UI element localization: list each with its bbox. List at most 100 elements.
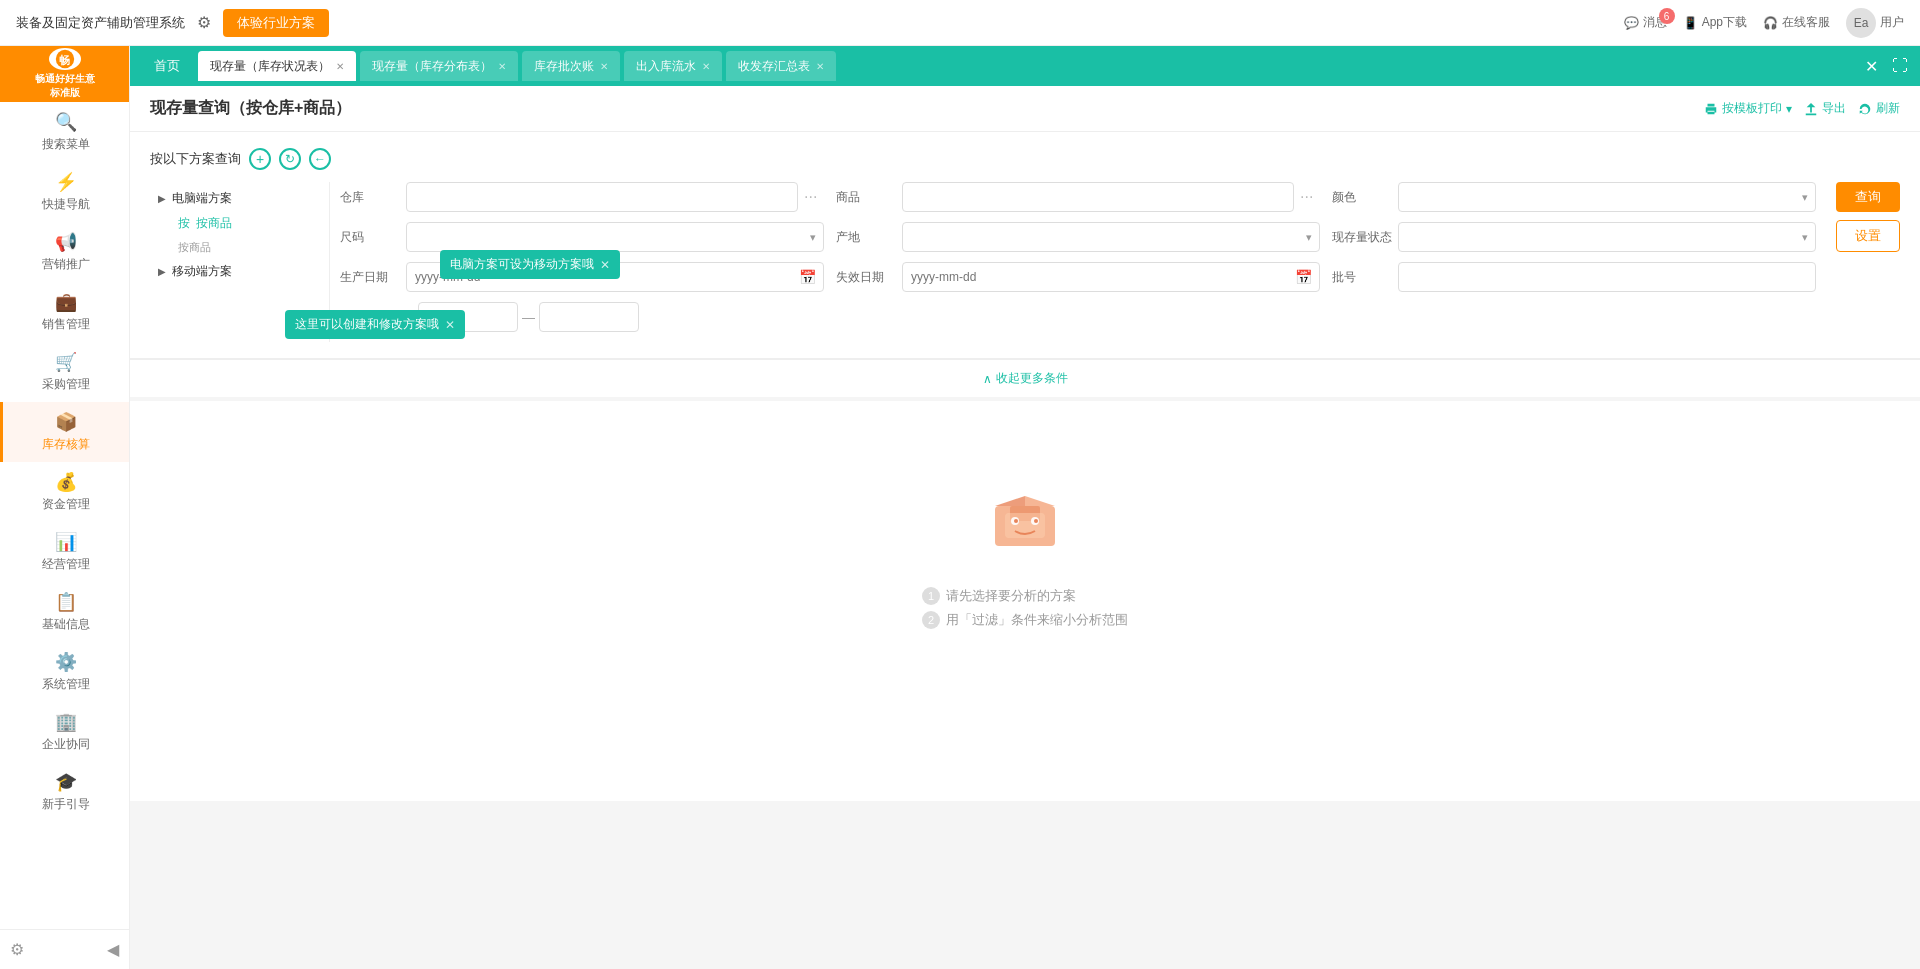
tab-inout-flow[interactable]: 出入库流水 ✕ — [624, 51, 722, 81]
scheme-pc-sub-item[interactable]: 按 按商品 — [150, 211, 319, 236]
empty-illustration — [975, 461, 1075, 561]
tab-close-all-icon[interactable]: ✕ — [1861, 53, 1882, 80]
warehouse-input[interactable] — [406, 182, 798, 212]
collapse-bar[interactable]: ∧ 收起更多条件 — [130, 359, 1920, 397]
message-icon: 💬 — [1624, 16, 1639, 30]
tip-num-1: 1 — [922, 587, 940, 605]
color-select[interactable] — [1398, 182, 1816, 212]
sidebar-item-purchase[interactable]: 🛒 采购管理 — [0, 342, 129, 402]
tab-inventory-status[interactable]: 现存量（库存状况表） ✕ — [198, 51, 356, 81]
filter-arrow-button[interactable]: ← — [309, 148, 331, 170]
tooltip-pc-plan: 电脑方案可设为移动方案哦 ✕ — [440, 250, 620, 279]
size-select[interactable] — [406, 222, 824, 252]
filter-scheme-panel: 这里可以创建和修改方案哦 ✕ ▶ 电脑端方案 按 — [150, 182, 330, 342]
messages-button[interactable]: 💬 消息 6 — [1624, 14, 1667, 31]
expire-date-calendar-icon[interactable]: 📅 — [1295, 269, 1312, 285]
produce-date-calendar-icon[interactable]: 📅 — [799, 269, 816, 285]
product-label: 商品 — [836, 189, 896, 206]
collapse-up-icon: ∧ — [983, 372, 992, 386]
online-service-button[interactable]: 🎧 在线客服 — [1763, 14, 1830, 31]
page-header: 现存量查询（按仓库+商品） 按模板打印 ▾ 导出 — [130, 86, 1920, 132]
user-menu-button[interactable]: Ea 用户 — [1846, 8, 1904, 38]
scheme-pc-node[interactable]: ▶ 电脑端方案 — [150, 186, 319, 211]
tab-dispatch-summary[interactable]: 收发存汇总表 ✕ — [726, 51, 836, 81]
sidebar-item-inventory[interactable]: 📦 库存核算 — [0, 402, 129, 462]
tab-close-inventory-status[interactable]: ✕ — [336, 61, 344, 72]
origin-label: 产地 — [836, 229, 896, 246]
tab-fullscreen-icon[interactable]: ⛶ — [1888, 53, 1912, 79]
sidebar-item-basic[interactable]: 📋 基础信息 — [0, 582, 129, 642]
tooltip-scheme-close[interactable]: ✕ — [445, 318, 455, 332]
tooltip-pc-close[interactable]: ✕ — [600, 258, 610, 272]
tab-batch-ledger[interactable]: 库存批次账 ✕ — [522, 51, 620, 81]
app-logo: 畅 畅通好好生意 标准版 — [0, 46, 129, 102]
sidebar-item-marketing[interactable]: 📢 营销推广 — [0, 222, 129, 282]
industry-plan-button[interactable]: 体验行业方案 — [223, 9, 329, 37]
empty-state: 1 请先选择要分析的方案 2 用「过滤」条件来缩小分析范围 — [130, 401, 1920, 695]
sidebar-item-operations[interactable]: 📊 经营管理 — [0, 522, 129, 582]
size-label: 尺码 — [340, 229, 400, 246]
search-button[interactable]: 查询 — [1836, 182, 1900, 212]
avatar: Ea — [1846, 8, 1876, 38]
reset-button[interactable]: 设置 — [1836, 220, 1900, 252]
sidebar-item-guide[interactable]: 🎓 新手引导 — [0, 762, 129, 822]
marketing-icon: 📢 — [55, 231, 77, 253]
product-input[interactable] — [902, 182, 1294, 212]
sidebar-item-system[interactable]: ⚙️ 系统管理 — [0, 642, 129, 702]
inventory-icon: 📦 — [55, 411, 77, 433]
color-label: 颜色 — [1332, 189, 1392, 206]
empty-tips: 1 请先选择要分析的方案 2 用「过滤」条件来缩小分析范围 — [922, 581, 1128, 635]
print-icon — [1704, 102, 1718, 116]
sidebar-item-finance[interactable]: 💰 资金管理 — [0, 462, 129, 522]
stock-status-select[interactable] — [1398, 222, 1816, 252]
svg-text:畅: 畅 — [58, 54, 69, 66]
scheme-tree: ▶ 电脑端方案 按 按商品 按商品 — [150, 182, 319, 288]
settings-icon[interactable]: ⚙ — [197, 13, 211, 32]
search-menu-icon: 🔍 — [55, 111, 77, 133]
tab-close-batch-ledger[interactable]: ✕ — [600, 61, 608, 72]
basic-icon: 📋 — [55, 591, 77, 613]
refresh-button[interactable]: 刷新 — [1858, 100, 1900, 117]
sidebar-menu: 🔍 搜索菜单 ⚡ 快捷导航 📢 营销推广 💼 销售管理 🛒 采购管理 — [0, 102, 129, 929]
filter-add-button[interactable]: + — [249, 148, 271, 170]
headset-icon: 🎧 — [1763, 16, 1778, 30]
svg-point-10 — [1034, 519, 1038, 523]
tab-home[interactable]: 首页 — [138, 46, 196, 86]
stock-max-input[interactable] — [539, 302, 639, 332]
tab-close-inventory-dist[interactable]: ✕ — [498, 61, 506, 72]
app-download-button[interactable]: 📱 App下载 — [1683, 14, 1747, 31]
batch-no-input[interactable] — [1398, 262, 1816, 292]
filter-refresh-button[interactable]: ↻ — [279, 148, 301, 170]
collapse-sidebar-icon[interactable]: ◀ — [107, 940, 119, 959]
export-button[interactable]: 导出 — [1804, 100, 1846, 117]
filter-title: 按以下方案查询 — [150, 150, 241, 168]
operations-icon: 📊 — [55, 531, 77, 553]
warehouse-dots[interactable]: ··· — [804, 188, 824, 206]
sidebar-item-enterprise[interactable]: 🏢 企业协同 — [0, 702, 129, 762]
tab-bar: 首页 现存量（库存状况表） ✕ 现存量（库存分布表） ✕ 库存批次账 ✕ 出入库… — [130, 46, 1920, 86]
sidebar-item-sales[interactable]: 💼 销售管理 — [0, 282, 129, 342]
page-title: 现存量查询（按仓库+商品） — [150, 98, 351, 119]
tab-close-inout-flow[interactable]: ✕ — [702, 61, 710, 72]
origin-select[interactable] — [902, 222, 1320, 252]
enterprise-icon: 🏢 — [55, 711, 77, 733]
batch-no-label: 批号 — [1332, 269, 1392, 286]
scheme-pc-hint: 按商品 — [150, 236, 319, 259]
product-dots[interactable]: ··· — [1300, 188, 1320, 206]
tab-close-dispatch-summary[interactable]: ✕ — [816, 61, 824, 72]
filter-section: 按以下方案查询 + ↻ ← 电脑方案可设为移动方案哦 ✕ — [130, 132, 1920, 359]
sidebar-item-quick-nav[interactable]: ⚡ 快捷导航 — [0, 162, 129, 222]
sidebar-item-search-menu[interactable]: 🔍 搜索菜单 — [0, 102, 129, 162]
system-icon: ⚙️ — [55, 651, 77, 673]
system-name: 装备及固定资产辅助管理系统 — [16, 14, 185, 32]
expire-date-input[interactable] — [902, 262, 1320, 292]
tooltip-scheme-create: 这里可以创建和修改方案哦 ✕ — [285, 310, 465, 339]
scheme-mobile-node[interactable]: ▶ 移动端方案 — [150, 259, 319, 284]
print-button[interactable]: 按模板打印 ▾ — [1704, 100, 1792, 117]
quick-nav-icon: ⚡ — [55, 171, 77, 193]
svg-marker-3 — [995, 496, 1025, 506]
tab-inventory-dist[interactable]: 现存量（库存分布表） ✕ — [360, 51, 518, 81]
phone-icon: 📱 — [1683, 16, 1698, 30]
export-icon — [1804, 102, 1818, 116]
settings-bottom-icon[interactable]: ⚙ — [10, 940, 24, 959]
